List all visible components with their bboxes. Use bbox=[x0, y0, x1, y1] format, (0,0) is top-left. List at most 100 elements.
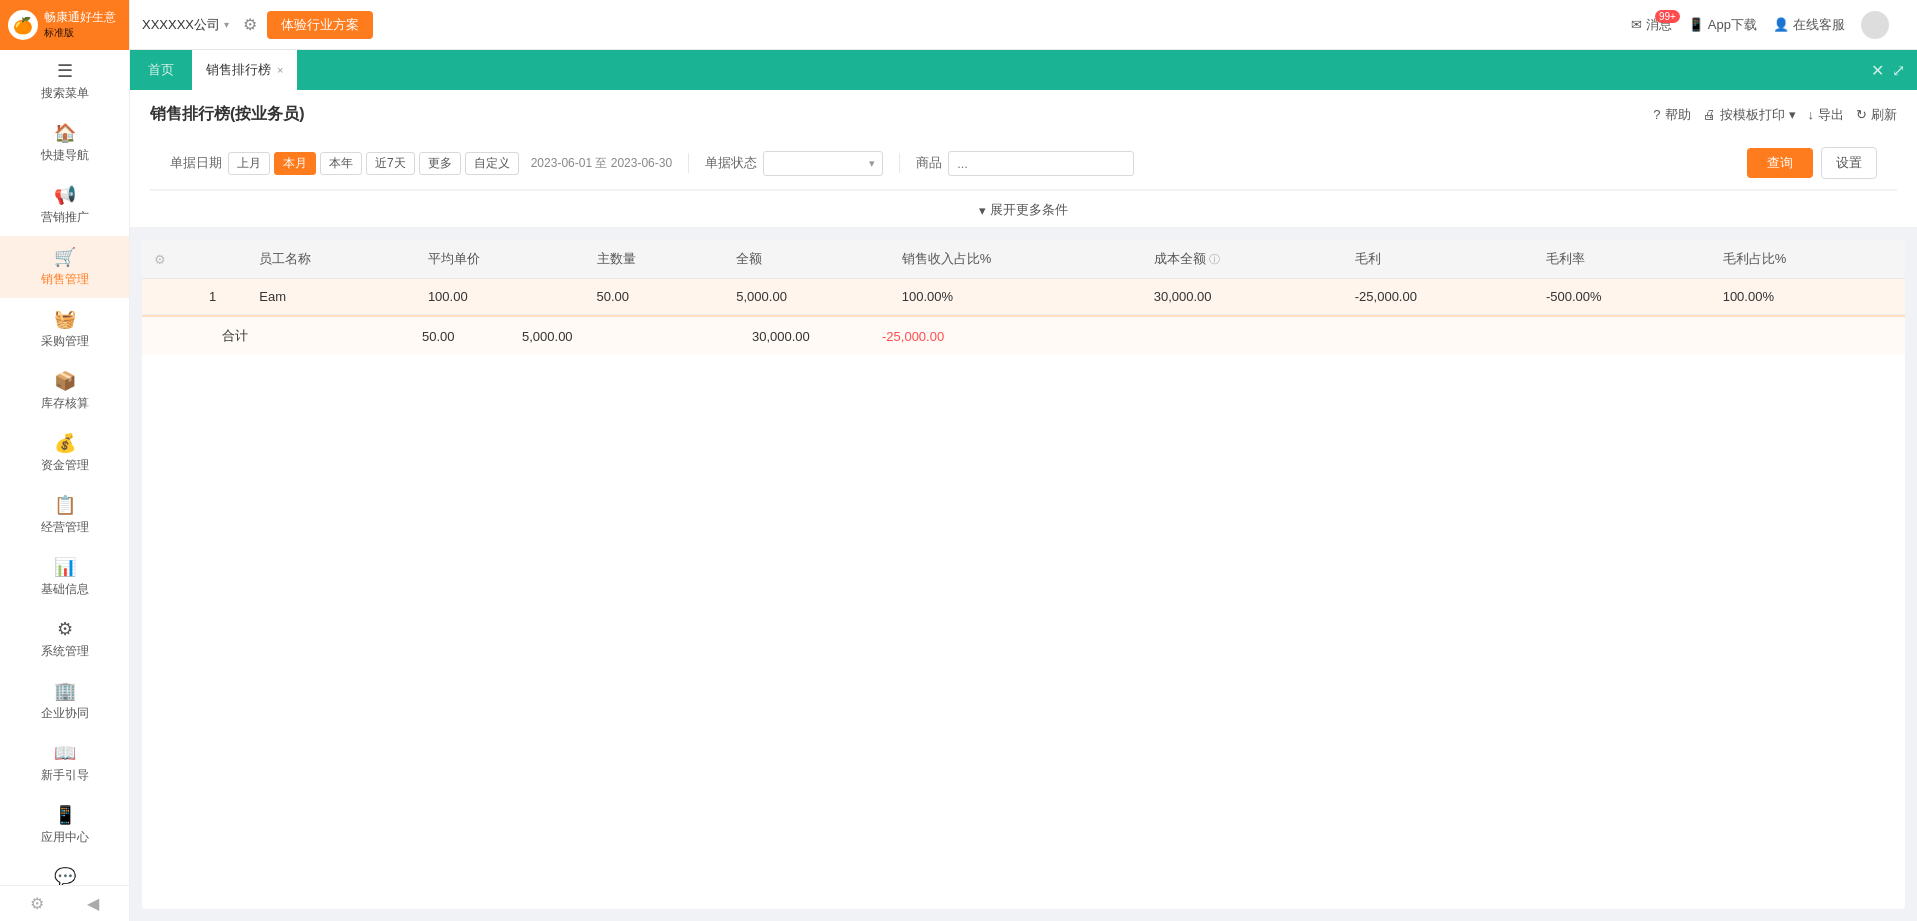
app-label: App下载 bbox=[1708, 16, 1757, 34]
content-area: 销售排行榜(按业务员) ? 帮助 🖨 按模板打印 ▾ ↓ 导出 bbox=[130, 90, 1917, 921]
sidebar-item-basic-info[interactable]: 📊 基础信息 bbox=[0, 546, 129, 608]
sidebar-item-wechat[interactable]: 💬 企业微信 bbox=[0, 856, 129, 885]
expand-chevron-icon: ▾ bbox=[979, 203, 986, 218]
row-gross-rate: -500.00% bbox=[1534, 279, 1711, 315]
inventory-label: 库存核算 bbox=[41, 395, 89, 412]
settings-icon[interactable]: ⚙ bbox=[243, 15, 257, 34]
sidebar-item-inventory[interactable]: 📦 库存核算 bbox=[0, 360, 129, 422]
print-label: 按模板打印 bbox=[1720, 106, 1785, 124]
sidebar-item-search-order[interactable]: ☰ 搜索菜单 bbox=[0, 50, 129, 112]
date-btn-自定义[interactable]: 自定义 bbox=[465, 152, 519, 175]
logo-text: 畅康通好生意 bbox=[44, 10, 116, 26]
table-wrapper: ⚙ 员工名称 平均单价 主数量 全额 销售收入占比% 成本全额 ⓘ 毛利 毛利率 bbox=[142, 240, 1905, 909]
date-btn-group: 上月本月本年近7天更多自定义 bbox=[228, 152, 519, 175]
enterprise-icon: 🏢 bbox=[54, 680, 76, 702]
inventory-icon: 📦 bbox=[54, 370, 76, 392]
separator1 bbox=[688, 153, 689, 173]
col-settings: ⚙ bbox=[142, 240, 178, 279]
refresh-icon: ↻ bbox=[1856, 107, 1867, 122]
table-body: 1 Eam 100.00 50.00 5,000.00 100.00% 30,0… bbox=[142, 279, 1905, 315]
row-amount: 5,000.00 bbox=[724, 279, 890, 315]
row-qty: 50.00 bbox=[585, 279, 725, 315]
search-order-label: 搜索菜单 bbox=[41, 85, 89, 102]
expand-more-btn[interactable]: ▾ 展开更多条件 bbox=[971, 197, 1076, 223]
footer-label: 合计 bbox=[222, 327, 322, 345]
tabbar: 首页 销售排行榜 × ✕ ⤢ bbox=[130, 50, 1917, 90]
row-cost: 30,000.00 bbox=[1142, 279, 1343, 315]
marketing-icon: 📢 bbox=[54, 184, 76, 206]
goods-input[interactable] bbox=[948, 151, 1134, 176]
search-order-icon: ☰ bbox=[57, 60, 73, 82]
date-btn-更多[interactable]: 更多 bbox=[419, 152, 461, 175]
tab-right-actions: ✕ ⤢ bbox=[1871, 61, 1917, 80]
date-label: 单据日期 bbox=[170, 154, 222, 172]
collapse-icon[interactable]: ◀ bbox=[87, 894, 99, 913]
tab-close-icon[interactable]: × bbox=[277, 64, 283, 76]
company-dropdown-arrow: ▾ bbox=[224, 19, 229, 30]
enterprise-label: 企业协同 bbox=[41, 705, 89, 722]
refresh-btn[interactable]: ↻ 刷新 bbox=[1856, 106, 1897, 124]
logo-subtitle: 标准版 bbox=[44, 26, 116, 40]
date-btn-本年[interactable]: 本年 bbox=[320, 152, 362, 175]
goods-label: 商品 bbox=[916, 154, 942, 172]
col-cost: 成本全额 ⓘ bbox=[1142, 240, 1343, 279]
sidebar-footer: ⚙ ◀ bbox=[0, 885, 129, 921]
col-gross-pct: 毛利占比% bbox=[1711, 240, 1905, 279]
sidebar-item-guide[interactable]: 📖 新手引导 bbox=[0, 732, 129, 794]
sidebar-item-funds[interactable]: 💰 资金管理 bbox=[0, 422, 129, 484]
help-btn[interactable]: ? 帮助 bbox=[1653, 106, 1690, 124]
header-row: ⚙ 员工名称 平均单价 主数量 全额 销售收入占比% 成本全额 ⓘ 毛利 毛利率 bbox=[142, 240, 1905, 279]
operations-label: 经营管理 bbox=[41, 519, 89, 536]
trial-btn[interactable]: 体验行业方案 bbox=[267, 11, 373, 39]
logo-icon: 🍊 bbox=[8, 10, 38, 40]
company-selector[interactable]: XXXXXX公司 ▾ bbox=[142, 16, 229, 34]
sidebar-item-enterprise[interactable]: 🏢 企业协同 bbox=[0, 670, 129, 732]
sidebar-item-marketing[interactable]: 📢 营销推广 bbox=[0, 174, 129, 236]
date-btn-上月[interactable]: 上月 bbox=[228, 152, 270, 175]
expand-window-icon[interactable]: ⤢ bbox=[1892, 61, 1905, 80]
data-table: ⚙ 员工名称 平均单价 主数量 全额 销售收入占比% 成本全额 ⓘ 毛利 毛利率 bbox=[142, 240, 1905, 315]
query-btn[interactable]: 查询 bbox=[1747, 148, 1813, 178]
avatar[interactable] bbox=[1861, 11, 1889, 39]
close-window-icon[interactable]: ✕ bbox=[1871, 61, 1884, 80]
cost-info-icon[interactable]: ⓘ bbox=[1209, 253, 1220, 265]
row-gross-pct: 100.00% bbox=[1711, 279, 1905, 315]
tab-home[interactable]: 首页 bbox=[130, 50, 192, 90]
message-btn[interactable]: ✉ 消息 99+ bbox=[1631, 16, 1672, 34]
export-label: 导出 bbox=[1818, 106, 1844, 124]
table-row: 1 Eam 100.00 50.00 5,000.00 100.00% 30,0… bbox=[142, 279, 1905, 315]
sidebar-item-purchase[interactable]: 🧺 采购管理 bbox=[0, 298, 129, 360]
app-download-btn[interactable]: 📱 App下载 bbox=[1688, 16, 1757, 34]
refresh-label: 刷新 bbox=[1871, 106, 1897, 124]
sales-label: 销售管理 bbox=[41, 271, 89, 288]
status-select[interactable] bbox=[763, 151, 883, 176]
footer-gross: -25,000.00 bbox=[882, 329, 982, 344]
sidebar-item-sales[interactable]: 🛒 销售管理 bbox=[0, 236, 129, 298]
quick-nav-icon: 🏠 bbox=[54, 122, 76, 144]
sidebar-item-operations[interactable]: 📋 经营管理 bbox=[0, 484, 129, 546]
date-btn-近7天[interactable]: 近7天 bbox=[366, 152, 415, 175]
export-btn[interactable]: ↓ 导出 bbox=[1808, 106, 1845, 124]
sidebar-nav: ☰ 搜索菜单 🏠 快捷导航 📢 营销推广 🛒 销售管理 🧺 采购管理 📦 库存核… bbox=[0, 50, 129, 885]
col-qty: 主数量 bbox=[585, 240, 725, 279]
page-actions: ? 帮助 🖨 按模板打印 ▾ ↓ 导出 ↻ 刷新 bbox=[1653, 106, 1897, 124]
settings-icon[interactable]: ⚙ bbox=[30, 894, 44, 913]
print-btn[interactable]: 🖨 按模板打印 ▾ bbox=[1703, 106, 1796, 124]
sidebar-item-system[interactable]: ⚙ 系统管理 bbox=[0, 608, 129, 670]
col-rank bbox=[178, 240, 247, 279]
sidebar-logo: 🍊 畅康通好生意 标准版 bbox=[0, 0, 129, 50]
expand-filter-row: ▾ 展开更多条件 bbox=[150, 190, 1897, 227]
table-footer: 合计 50.00 5,000.00 30,000.00 -25,000.00 bbox=[142, 315, 1905, 355]
settings-btn[interactable]: 设置 bbox=[1821, 147, 1877, 179]
date-btn-本月[interactable]: 本月 bbox=[274, 152, 316, 175]
table-header: ⚙ 员工名称 平均单价 主数量 全额 销售收入占比% 成本全额 ⓘ 毛利 毛利率 bbox=[142, 240, 1905, 279]
table-settings-icon[interactable]: ⚙ bbox=[154, 252, 166, 267]
status-select-wrapper bbox=[763, 151, 883, 176]
tab-sales-ranking[interactable]: 销售排行榜 × bbox=[192, 50, 297, 90]
date-range-text: 2023-06-01 至 2023-06-30 bbox=[531, 155, 672, 172]
sidebar-item-quick-nav[interactable]: 🏠 快捷导航 bbox=[0, 112, 129, 174]
sidebar-item-app-center[interactable]: 📱 应用中心 bbox=[0, 794, 129, 856]
row-sales-pct: 100.00% bbox=[890, 279, 1142, 315]
app-icon: 📱 bbox=[1688, 17, 1704, 32]
service-btn[interactable]: 👤 在线客服 bbox=[1773, 16, 1845, 34]
